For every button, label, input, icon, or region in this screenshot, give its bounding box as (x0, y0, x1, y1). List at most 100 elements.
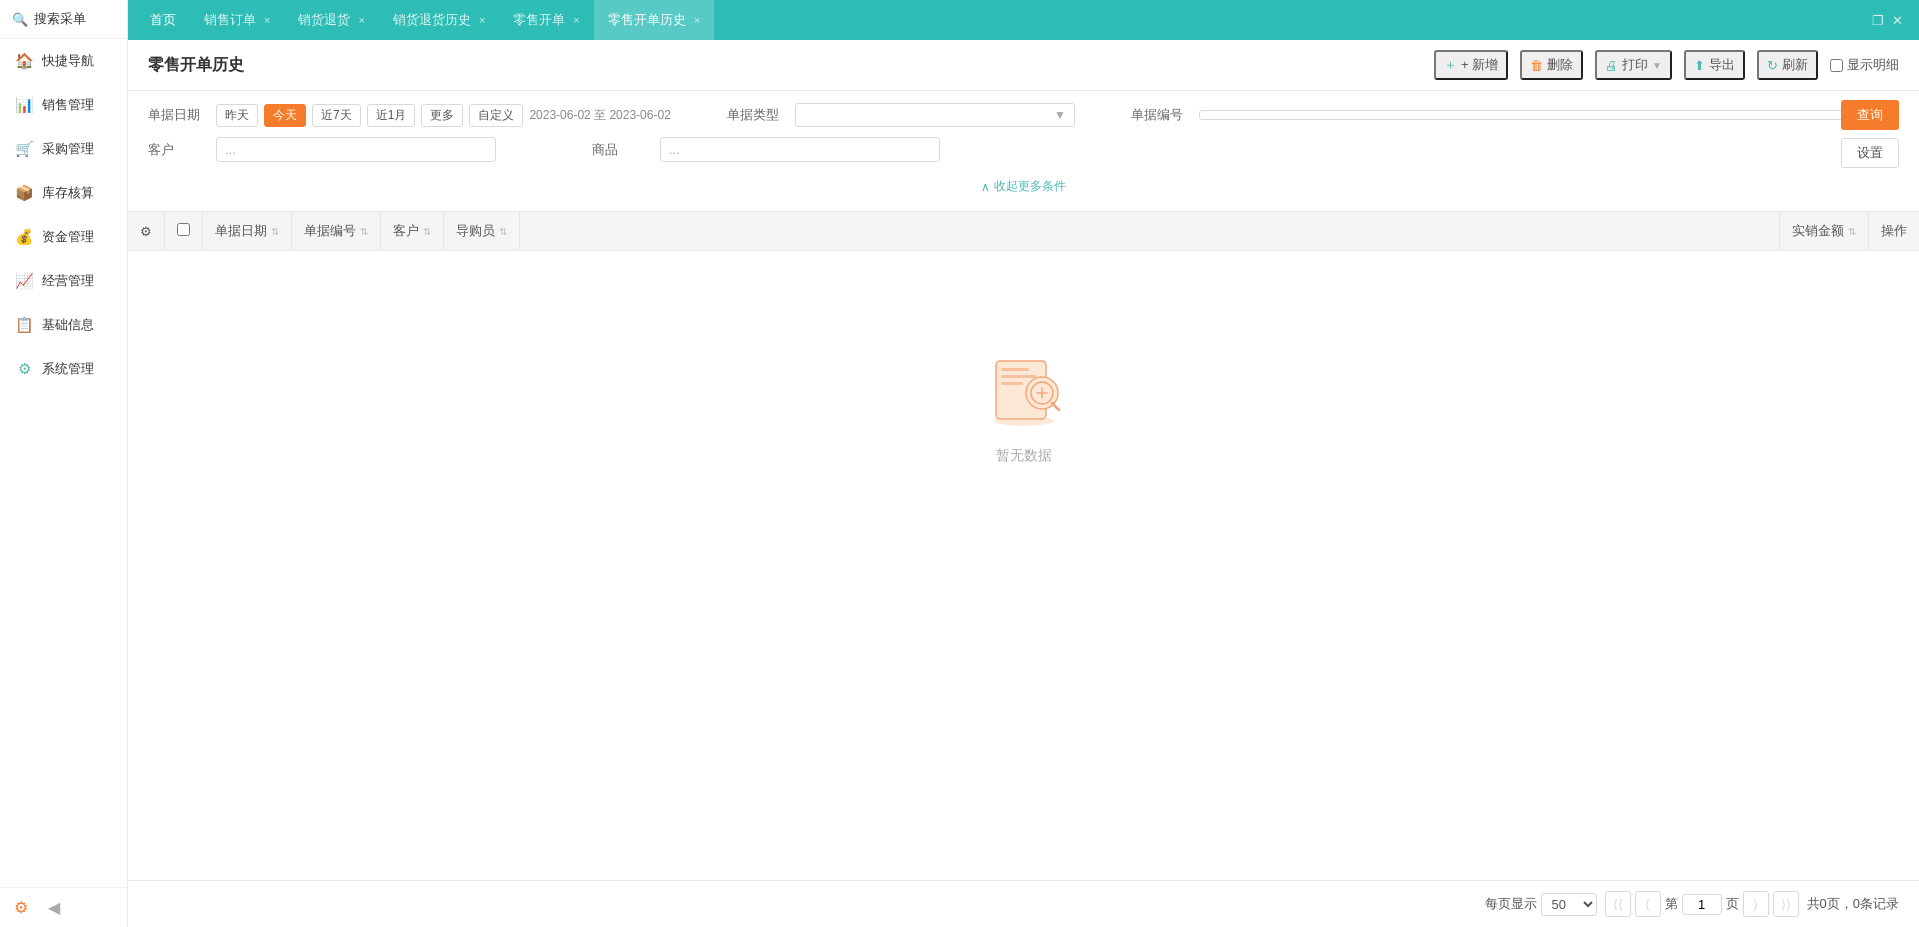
tab-sales-return[interactable]: 销货退货 × (284, 0, 378, 40)
sidebar-item-quick-nav[interactable]: 🏠 快捷导航 (0, 39, 127, 83)
sidebar-item-label: 销售管理 (42, 96, 94, 114)
doc-number-input[interactable] (1199, 110, 1899, 120)
page-nav: ⟨⟨ ⟨ 第 页 ⟩ ⟩⟩ (1605, 891, 1799, 917)
empty-row: 暂无数据 (128, 251, 1919, 506)
home-icon: 🏠 (14, 51, 34, 71)
customer-input[interactable]: ... (216, 137, 496, 162)
number-sort[interactable]: 单据编号 ⇅ (304, 222, 368, 240)
export-icon: ⬆ (1694, 58, 1705, 73)
table-container: ⚙ 单据日期 ⇅ 单据编号 (128, 212, 1919, 880)
guide-sort[interactable]: 导购员 ⇅ (456, 222, 507, 240)
content-area: 零售开单历史 ＋ + 新增 🗑 删除 🖨 打印 ▼ ⬆ 导出 (128, 40, 1919, 927)
sidebar-item-inventory[interactable]: 📦 库存核算 (0, 171, 127, 215)
date-today-btn[interactable]: 今天 (264, 104, 306, 127)
sidebar-item-sales-mgmt[interactable]: 📊 销售管理 (0, 83, 127, 127)
sidebar-item-system-mgmt[interactable]: ⚙ 系统管理 (0, 347, 127, 391)
gear-icon: ⚙ (14, 359, 34, 379)
per-page-label: 每页显示 (1485, 895, 1537, 913)
filter-area: 单据日期 昨天 今天 近7天 近1月 更多 自定义 2023-06-02 至 2… (128, 91, 1919, 212)
collapse-label: 收起更多条件 (994, 178, 1066, 195)
doc-type-select[interactable]: ▼ (795, 103, 1075, 127)
print-button[interactable]: 🖨 打印 ▼ (1595, 50, 1672, 80)
sidebar-item-label: 库存核算 (42, 184, 94, 202)
date-7days-btn[interactable]: 近7天 (312, 104, 361, 127)
next-page-btn[interactable]: ⟩ (1743, 891, 1769, 917)
tab-sales-return-history-close[interactable]: × (479, 14, 485, 26)
tab-retail-history-close[interactable]: × (694, 14, 700, 26)
tab-sales-order-close[interactable]: × (264, 14, 270, 26)
svg-rect-4 (1001, 375, 1036, 378)
table-settings-icon[interactable]: ⚙ (140, 224, 152, 239)
date-filter-label: 单据日期 (148, 106, 200, 124)
page-input[interactable] (1682, 894, 1722, 915)
tab-sales-return-label: 销货退货 (298, 11, 350, 29)
th-guide[interactable]: 导购员 ⇅ (444, 212, 520, 251)
tab-retail-history[interactable]: 零售开单历史 × (594, 0, 714, 40)
svg-rect-5 (1001, 382, 1023, 385)
tab-sales-return-history[interactable]: 销货退货历史 × (379, 0, 499, 40)
settings-filter-button[interactable]: 设置 (1841, 138, 1899, 168)
query-button[interactable]: 查询 (1841, 100, 1899, 130)
tab-home-label: 首页 (150, 11, 176, 29)
sidebar-item-basic-info[interactable]: 📋 基础信息 (0, 303, 127, 347)
add-button[interactable]: ＋ + 新增 (1434, 50, 1508, 80)
header-actions: ＋ + 新增 🗑 删除 🖨 打印 ▼ ⬆ 导出 ↻ (1434, 50, 1899, 80)
tab-retail-history-label: 零售开单历史 (608, 11, 686, 29)
sidebar-item-purchase-mgmt[interactable]: 🛒 采购管理 (0, 127, 127, 171)
goods-filter-label: 商品 (592, 141, 644, 159)
date-yesterday-btn[interactable]: 昨天 (216, 104, 258, 127)
tab-home[interactable]: 首页 (136, 0, 190, 40)
display-detail-input[interactable] (1830, 59, 1843, 72)
add-label: + 新增 (1461, 56, 1498, 74)
sidebar-item-finance[interactable]: 💰 资金管理 (0, 215, 127, 259)
customer-sort[interactable]: 客户 ⇅ (393, 222, 431, 240)
sidebar-item-label: 资金管理 (42, 228, 94, 246)
tab-sales-order[interactable]: 销售订单 × (190, 0, 284, 40)
total-text: 共0页，0条记录 (1807, 895, 1899, 913)
th-number[interactable]: 单据编号 ⇅ (292, 212, 381, 251)
th-amount[interactable]: 实销金额 ⇅ (1780, 212, 1869, 251)
first-page-btn[interactable]: ⟨⟨ (1605, 891, 1631, 917)
tab-sales-return-close[interactable]: × (358, 14, 364, 26)
th-date[interactable]: 单据日期 ⇅ (203, 212, 292, 251)
tab-retail-open-close[interactable]: × (573, 14, 579, 26)
collapse-sidebar-button[interactable]: ◀ (48, 898, 60, 917)
sidebar-search[interactable]: 🔍 搜索采单 (0, 0, 127, 39)
date-custom-btn[interactable]: 自定义 (469, 104, 523, 127)
tab-retail-open[interactable]: 零售开单 × (499, 0, 593, 40)
collapse-bar[interactable]: ∧ 收起更多条件 (148, 172, 1899, 199)
refresh-label: 刷新 (1782, 56, 1808, 74)
per-page-select[interactable]: 50 100 200 (1541, 893, 1597, 916)
th-action-label: 操作 (1881, 223, 1907, 238)
tab-close-btn[interactable]: ✕ (1892, 13, 1903, 28)
page-header: 零售开单历史 ＋ + 新增 🗑 删除 🖨 打印 ▼ ⬆ 导出 (128, 40, 1919, 91)
sidebar-item-operations[interactable]: 📈 经营管理 (0, 259, 127, 303)
date-1month-btn[interactable]: 近1月 (367, 104, 416, 127)
settings-button[interactable]: ⚙ (14, 898, 28, 917)
date-sort[interactable]: 单据日期 ⇅ (215, 222, 279, 240)
th-customer-label: 客户 (393, 222, 419, 240)
export-button[interactable]: ⬆ 导出 (1684, 50, 1745, 80)
th-customer[interactable]: 客户 ⇅ (381, 212, 444, 251)
sidebar-item-label: 基础信息 (42, 316, 94, 334)
empty-state: 暂无数据 (128, 251, 1919, 505)
tab-sales-order-label: 销售订单 (204, 11, 256, 29)
display-detail-checkbox[interactable]: 显示明细 (1830, 56, 1899, 74)
refresh-button[interactable]: ↻ 刷新 (1757, 50, 1818, 80)
select-all-checkbox[interactable] (177, 223, 190, 236)
delete-button[interactable]: 🗑 删除 (1520, 50, 1583, 80)
date-more-btn[interactable]: 更多 (421, 104, 463, 127)
main-area: 首页 销售订单 × 销货退货 × 销货退货历史 × 零售开单 × 零售开单历史 … (128, 0, 1919, 927)
filter-row-1: 单据日期 昨天 今天 近7天 近1月 更多 自定义 2023-06-02 至 2… (148, 103, 1899, 127)
goods-input[interactable]: ... (660, 137, 940, 162)
print-icon: 🖨 (1605, 58, 1618, 73)
amount-sort[interactable]: 实销金额 ⇅ (1792, 222, 1856, 240)
th-number-label: 单据编号 (304, 222, 356, 240)
th-checkbox[interactable] (165, 212, 203, 251)
guide-sort-icon: ⇅ (499, 226, 507, 237)
tab-restore-btn[interactable]: ❐ (1872, 13, 1884, 28)
prev-page-btn[interactable]: ⟨ (1635, 891, 1661, 917)
last-page-btn[interactable]: ⟩⟩ (1773, 891, 1799, 917)
th-settings[interactable]: ⚙ (128, 212, 165, 251)
chart-icon: 📊 (14, 95, 34, 115)
